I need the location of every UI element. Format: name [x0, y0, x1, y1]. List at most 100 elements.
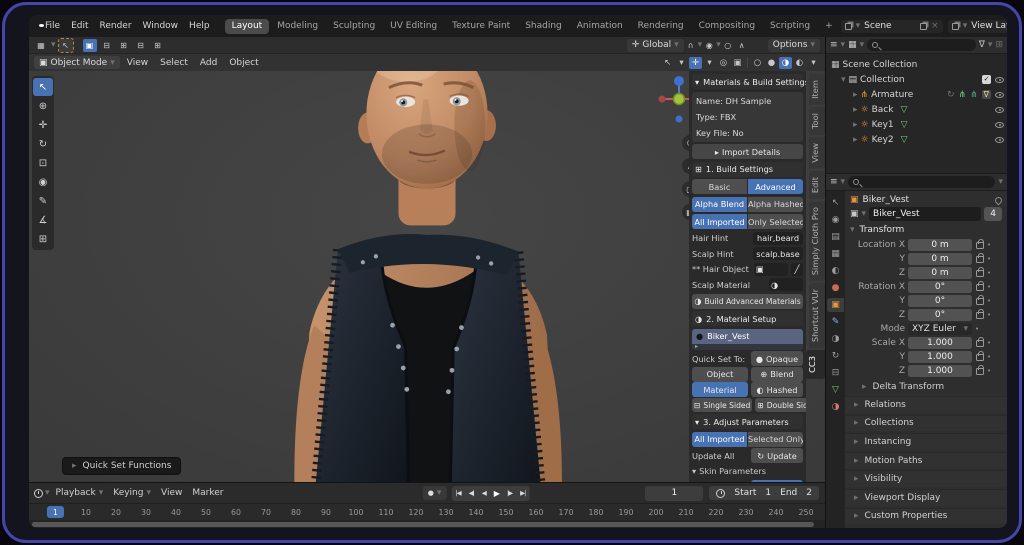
viewport-3d[interactable]: ↖ ⊕ ✛ ↻ ⊡ ◉ ✎ ∡ ⊞ ▸ Quick Set Functions …	[29, 71, 825, 482]
lock-icon[interactable]	[976, 350, 984, 361]
select-mode-new-icon[interactable]: ▣	[82, 38, 97, 52]
workspace-tab-uv-editing[interactable]: UV Editing	[383, 19, 444, 34]
import-details-expander[interactable]: ▸ Import Details	[692, 144, 803, 159]
mode-dropdown[interactable]: ▣ Object Mode ▾	[34, 56, 120, 69]
delta-transform-panel[interactable]: ▸ Delta Transform	[850, 379, 1002, 394]
active-tool-icon[interactable]: ↖	[57, 37, 74, 53]
animate-dot-icon[interactable]: •	[987, 255, 991, 263]
tab-output-icon[interactable]: ▤	[827, 230, 844, 244]
animate-dot-icon[interactable]: •	[987, 367, 991, 375]
section-custom-properties[interactable]: ▸ Custom Properties	[845, 507, 1007, 525]
tool-transform-icon[interactable]: ◉	[33, 173, 53, 191]
menu-add[interactable]: Add	[195, 56, 222, 70]
proportional-falloff-icon[interactable]: ∧	[735, 39, 749, 52]
start-frame-field[interactable]: 1	[765, 488, 771, 498]
animate-dot-icon[interactable]: •	[987, 353, 991, 361]
animate-dot-icon[interactable]: •	[975, 325, 979, 333]
filter-funnel-icon[interactable]: ∇	[979, 40, 985, 50]
workspace-tab-compositing[interactable]: Compositing	[692, 19, 762, 34]
animate-dot-icon[interactable]: •	[987, 339, 991, 347]
select-mode-extend-icon[interactable]: ⊟	[100, 39, 114, 52]
menu-view[interactable]: View	[122, 56, 153, 70]
sidebar-tab-tool[interactable]: Tool	[809, 106, 825, 136]
double-sided-button[interactable]: ⊞ Double Sid...	[755, 398, 806, 412]
eye-icon[interactable]	[995, 76, 1004, 83]
scalp-material-field[interactable]: ◑	[769, 278, 803, 291]
outliner-row-key2[interactable]: ▸ ☼ Key2 ▽	[831, 132, 1004, 147]
eye-icon[interactable]	[995, 106, 1004, 113]
outliner-row-collection[interactable]: ▾ ▤ Collection ✓	[831, 72, 1004, 87]
xray-icon[interactable]: ▣	[731, 57, 744, 69]
end-frame-field[interactable]: 2	[806, 488, 812, 498]
material-selector[interactable]: ● Biker_Vest	[692, 328, 803, 344]
skin-parameters-header[interactable]: ▾ Skin Parameters	[692, 465, 803, 478]
outliner-row-back[interactable]: ▸ ☼ Back ▽	[831, 102, 1004, 117]
lock-icon[interactable]	[976, 294, 984, 305]
skin-ao-slider[interactable]: 1.00	[751, 480, 803, 482]
rotation-x-field[interactable]: 0°	[908, 281, 972, 293]
basic-button[interactable]: Basic	[692, 179, 747, 194]
gizmos-icon[interactable]: ✛	[689, 56, 702, 69]
rotation-z-field[interactable]: 0°	[908, 309, 972, 321]
selectability-icon[interactable]: ↖	[661, 57, 674, 69]
proportional-editing-icon[interactable]: ○	[721, 39, 735, 52]
tool-add-cube-icon[interactable]: ⊞	[33, 230, 53, 248]
pin-icon[interactable]	[993, 195, 1004, 205]
materials-build-settings-header[interactable]: ▾ Materials & Build Settings	[692, 74, 806, 89]
timeline-ruler[interactable]: 10 20 30 40 50 60 70 80 90 100 110 120 1…	[29, 503, 825, 520]
workspace-tab-animation[interactable]: Animation	[570, 19, 630, 34]
use-preview-range-icon[interactable]	[716, 488, 726, 498]
section-relations[interactable]: ▸ Relations	[845, 396, 1007, 413]
shading-solid-icon[interactable]: ●	[765, 57, 778, 69]
object-name-field[interactable]: Biker_Vest	[869, 207, 982, 221]
tab-tool-icon[interactable]: ↖	[827, 196, 844, 210]
menu-playback[interactable]: Playback ▾	[52, 487, 108, 499]
material-preview-strip[interactable]: ▸	[692, 343, 803, 350]
play-reverse-button[interactable]: ◀	[478, 486, 490, 501]
menu-timeline-view[interactable]: View	[157, 487, 186, 499]
tab-particles-icon[interactable]: ◑	[827, 332, 844, 346]
playhead[interactable]: 1	[47, 506, 64, 518]
options-dropdown[interactable]: Options ▾	[767, 38, 820, 52]
alpha-hashed-button[interactable]: Alpha Hashed	[748, 196, 803, 212]
scale-y-field[interactable]: 1.000	[908, 351, 972, 363]
animate-dot-icon[interactable]: •	[987, 241, 991, 249]
auto-keying-button[interactable]: ● ▾	[422, 486, 447, 500]
tab-constraints-icon[interactable]: ⊟	[827, 366, 844, 380]
material-button[interactable]: Material	[692, 382, 748, 397]
advanced-button[interactable]: Advanced	[748, 179, 803, 194]
tab-view-layer-icon[interactable]: ▦	[827, 247, 844, 261]
timeline-editor-type-icon[interactable]	[34, 488, 43, 498]
opaque-button[interactable]: ● Opaque	[751, 351, 803, 366]
animate-dot-icon[interactable]: •	[987, 283, 991, 291]
menu-select[interactable]: Select	[155, 56, 193, 70]
menu-window[interactable]: Window	[138, 19, 184, 33]
lock-icon[interactable]	[976, 336, 984, 347]
quick-set-functions-panel[interactable]: ▸ Quick Set Functions	[62, 457, 182, 475]
menu-marker[interactable]: Marker	[188, 487, 227, 499]
tab-scene-icon[interactable]: ◐	[827, 264, 844, 278]
outliner-display-mode-icon[interactable]: ≡	[830, 40, 838, 50]
single-sided-button[interactable]: ⊟ Single Sided	[692, 398, 753, 412]
lock-icon[interactable]	[976, 252, 984, 263]
object-button[interactable]: Object	[692, 366, 748, 382]
hashed-button[interactable]: ◐ Hashed	[751, 382, 803, 397]
outliner-row-armature[interactable]: ▸ ⋔ Armature ↻ ⋔ ⋔ ∇	[831, 87, 1004, 102]
tool-annotate-icon[interactable]: ✎	[33, 192, 53, 210]
snap-magnet-icon[interactable]: ∩	[684, 39, 698, 52]
lock-icon[interactable]	[976, 364, 984, 375]
properties-search-input[interactable]	[848, 176, 996, 188]
new-collection-icon[interactable]: ⊞	[995, 40, 1003, 50]
workspace-tab-scripting[interactable]: Scripting	[763, 19, 817, 34]
rotation-mode-dropdown[interactable]: XYZ Euler ▾	[908, 323, 972, 335]
adjust-parameters-header[interactable]: ▾ 3. Adjust Parameters	[692, 414, 803, 429]
tool-measure-icon[interactable]: ∡	[33, 211, 53, 229]
section-instancing[interactable]: ▸ Instancing	[845, 433, 1007, 450]
menu-object[interactable]: Object	[224, 56, 263, 70]
overlays-icon[interactable]: ◎	[717, 57, 730, 69]
update-button[interactable]: ↻ Update	[751, 448, 803, 463]
location-x-field[interactable]: 0 m	[908, 239, 972, 251]
eye-icon[interactable]	[995, 121, 1004, 128]
next-keyframe-button[interactable]: |▶	[503, 486, 516, 501]
shading-wireframe-icon[interactable]: ○	[751, 57, 764, 69]
